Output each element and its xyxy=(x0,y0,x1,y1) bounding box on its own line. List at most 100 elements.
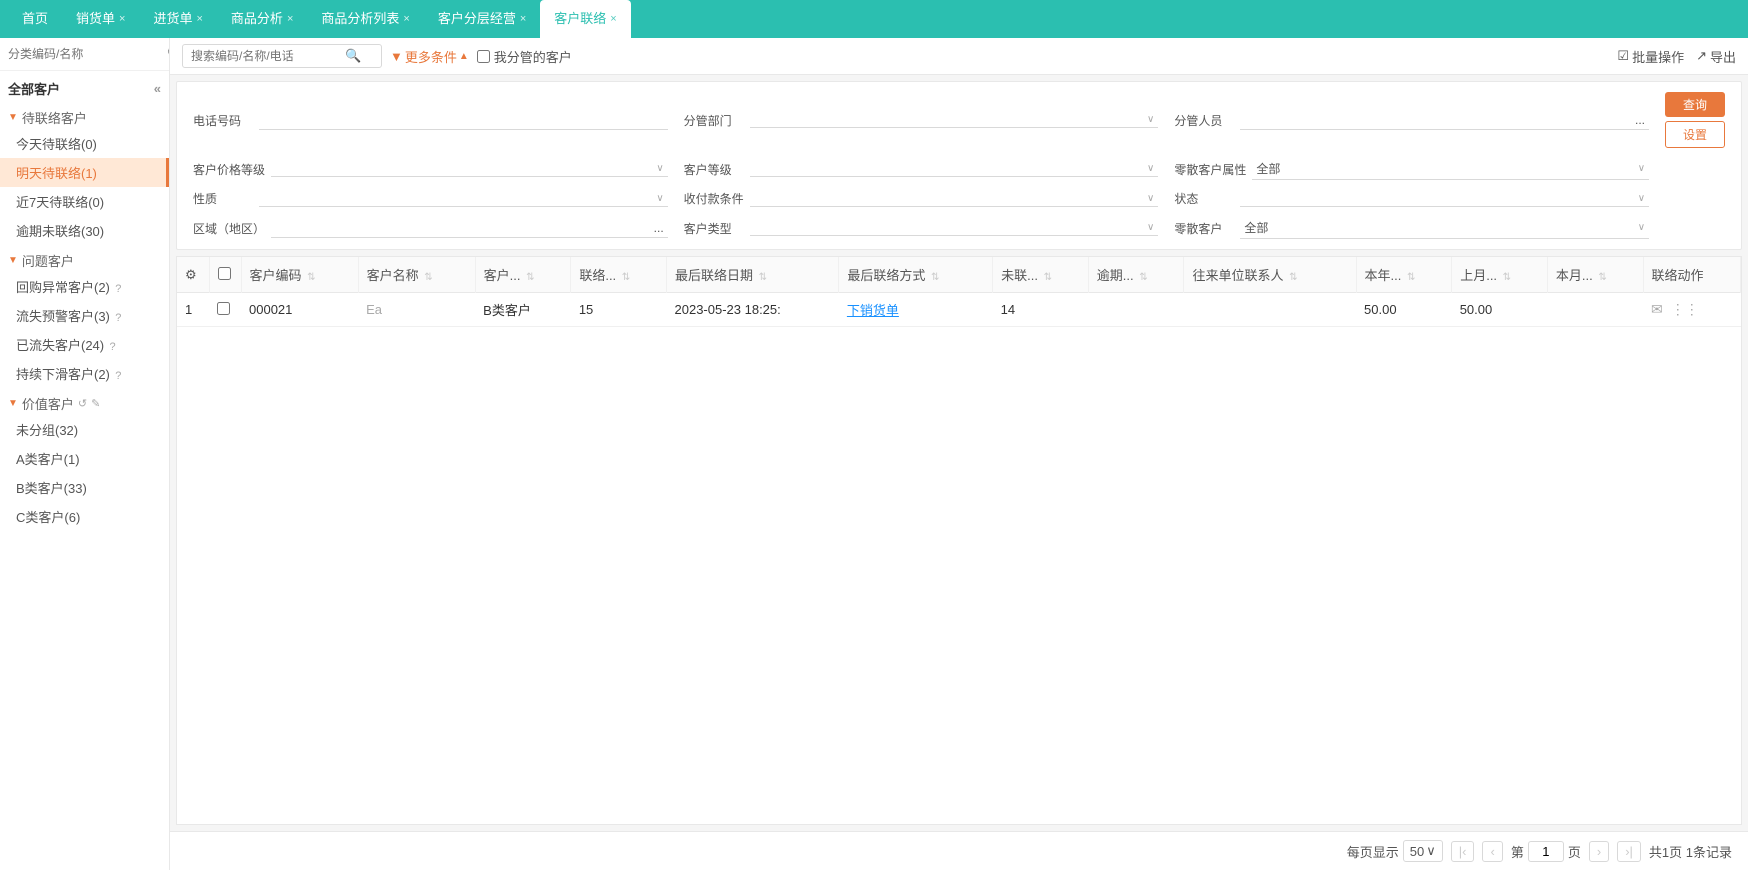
filter-price-level-select[interactable]: ∨ xyxy=(271,161,668,177)
filter-row-4: 区域（地区） ... 客户类型 ∨ 零散客户 全部 xyxy=(193,217,1725,239)
filter-nature-select[interactable]: ∨ xyxy=(259,191,668,207)
search-icon[interactable]: 🔍 xyxy=(345,48,361,64)
filter-retail-attr-select[interactable]: 全部 ∨ xyxy=(1252,158,1649,180)
sidebar: 🔍 全部客户 « ▼ 待联络客户 今天待联络(0) 明天待联络(1) 近7天待联… xyxy=(0,38,170,870)
filter-region-label: 区域（地区） xyxy=(193,220,265,237)
sidebar-item-class-b[interactable]: B类客户(33) xyxy=(0,473,169,502)
page-number-input[interactable] xyxy=(1528,841,1564,862)
sidebar-item-tomorrow[interactable]: 明天待联络(1) xyxy=(0,158,169,187)
row-last-contact-method[interactable]: 下销货单 xyxy=(839,293,993,327)
next-page-button[interactable]: › xyxy=(1589,841,1609,862)
query-button[interactable]: 查询 xyxy=(1665,92,1725,117)
export-button[interactable]: ↗ 导出 xyxy=(1696,47,1736,66)
filter-status-select[interactable]: ∨ xyxy=(1240,191,1649,207)
nav-sales[interactable]: 销货单 × xyxy=(62,0,139,38)
nav-purchase[interactable]: 进货单 × xyxy=(139,0,216,38)
col-code: 客户编码 ⇅ xyxy=(241,257,358,293)
sort-contact-icon[interactable]: ⇅ xyxy=(622,272,630,283)
more-filter-button[interactable]: ▼ 更多条件 ▲ xyxy=(390,47,469,66)
search-input[interactable] xyxy=(191,49,341,63)
sidebar-item-class-c[interactable]: C类客户(6) xyxy=(0,502,169,531)
row-checkbox-cell[interactable] xyxy=(209,293,241,327)
sort-uncontacted-icon[interactable]: ⇅ xyxy=(1044,272,1052,283)
last-page-button[interactable]: ›| xyxy=(1617,841,1641,862)
table-header-row: ⚙ 客户编码 ⇅ 客户名称 ⇅ 客户... ⇅ xyxy=(177,257,1741,293)
nav-home[interactable]: 首页 xyxy=(8,0,62,38)
filter-customer-level: 客户等级 ∨ xyxy=(684,161,1159,178)
sort-type-icon[interactable]: ⇅ xyxy=(526,272,534,283)
chevron-retail-attr-icon: ∨ xyxy=(1638,163,1645,174)
close-product-analysis-icon[interactable]: × xyxy=(287,0,293,38)
filter-customer-type: 客户类型 ∨ xyxy=(684,220,1159,237)
content: 🔍 ▼ 更多条件 ▲ 我分管的客户 ☑ 批量操作 ↗ 导出 xyxy=(170,38,1748,870)
filter-row-3: 性质 ∨ 收付款条件 ∨ 状态 xyxy=(193,190,1725,207)
sidebar-item-repurchase-anomaly[interactable]: 回购异常客户(2) ? xyxy=(0,272,169,301)
sort-this-month-icon[interactable]: ⇅ xyxy=(1598,272,1606,283)
sidebar-item-class-a[interactable]: A类客户(1) xyxy=(0,444,169,473)
filter-payment-select[interactable]: ∨ xyxy=(750,191,1159,207)
chevron-price-icon: ∨ xyxy=(656,163,663,174)
filter-manager-select[interactable]: ... xyxy=(1240,111,1649,130)
row-action-note-icon[interactable]: ✉ xyxy=(1651,301,1663,318)
sidebar-item-declining[interactable]: 持续下滑客户(2) ? xyxy=(0,359,169,388)
col-settings[interactable]: ⚙ xyxy=(177,257,209,293)
filter-customer-level-select[interactable]: ∨ xyxy=(750,161,1159,177)
batch-operation-button[interactable]: ☑ 批量操作 xyxy=(1617,47,1684,66)
refresh-icon[interactable]: ↺ xyxy=(78,397,87,410)
close-customer-contact-icon[interactable]: × xyxy=(610,0,616,38)
sort-date-icon[interactable]: ⇅ xyxy=(759,272,767,283)
filter-customer-type-select[interactable]: ∨ xyxy=(750,220,1159,236)
chevron-status-icon: ∨ xyxy=(1638,193,1645,204)
col-action: 联络动作 xyxy=(1643,257,1740,293)
edit-icon[interactable]: ✎ xyxy=(91,397,100,410)
sort-last-month-icon[interactable]: ⇅ xyxy=(1503,272,1511,283)
sort-name-icon[interactable]: ⇅ xyxy=(424,272,432,283)
prev-page-button[interactable]: ‹ xyxy=(1482,841,1502,862)
sidebar-item-overdue[interactable]: 逾期未联络(30) xyxy=(0,216,169,245)
nav-customer-tier[interactable]: 客户分层经营 × xyxy=(424,0,540,38)
my-customers-checkbox[interactable] xyxy=(477,50,490,63)
row-checkbox[interactable] xyxy=(217,302,230,315)
filter-region-select[interactable]: ... xyxy=(271,219,668,238)
sort-method-icon[interactable]: ⇅ xyxy=(931,272,939,283)
sort-person-icon[interactable]: ⇅ xyxy=(1289,272,1297,283)
col-uncontacted: 未联... ⇅ xyxy=(993,257,1089,293)
close-purchase-icon[interactable]: × xyxy=(196,0,202,38)
nav-product-analysis[interactable]: 商品分析 × xyxy=(217,0,307,38)
settings-button[interactable]: 设置 xyxy=(1665,121,1725,148)
select-all-checkbox[interactable] xyxy=(218,267,231,280)
group-value-title: ▼ 价值客户 ↺ ✎ xyxy=(0,388,169,415)
sidebar-item-today[interactable]: 今天待联络(0) xyxy=(0,129,169,158)
export-icon: ↗ xyxy=(1696,48,1707,64)
nav-product-analysis-list[interactable]: 商品分析列表 × xyxy=(307,0,423,38)
collapse-icon[interactable]: « xyxy=(154,81,161,96)
filter-phone-input[interactable] xyxy=(259,111,668,130)
sort-overdue-icon[interactable]: ⇅ xyxy=(1139,272,1147,283)
first-page-button[interactable]: |‹ xyxy=(1451,841,1475,862)
col-checkbox[interactable] xyxy=(209,257,241,293)
filter-dept-select[interactable]: ∨ xyxy=(750,112,1159,128)
sidebar-search-input[interactable] xyxy=(8,47,163,61)
close-product-analysis-list-icon[interactable]: × xyxy=(403,0,409,38)
filter-price-level-label: 客户价格等级 xyxy=(193,161,265,178)
row-action-more-icon[interactable]: ⋮⋮ xyxy=(1671,301,1699,318)
nav-customer-contact[interactable]: 客户联络 × xyxy=(540,0,630,38)
contact-method-link[interactable]: 下销货单 xyxy=(847,303,899,318)
sort-year-icon[interactable]: ⇅ xyxy=(1407,272,1415,283)
row-no: 1 xyxy=(177,293,209,327)
sidebar-item-7days[interactable]: 近7天待联络(0) xyxy=(0,187,169,216)
chevron-retail-customer-icon: ∨ xyxy=(1638,222,1645,233)
row-last-contact-date: 2023-05-23 18:25: xyxy=(667,293,839,327)
ellipsis-region-icon: ... xyxy=(654,221,664,235)
close-sales-icon[interactable]: × xyxy=(119,0,125,38)
sidebar-item-churned[interactable]: 已流失客户(24) ? xyxy=(0,330,169,359)
page-size-select[interactable]: 50 ∨ xyxy=(1403,840,1443,862)
close-customer-tier-icon[interactable]: × xyxy=(520,0,526,38)
filter-retail-customer-label: 零散客户 xyxy=(1174,220,1234,237)
sidebar-item-ungrouped[interactable]: 未分组(32) xyxy=(0,415,169,444)
filter-panel: 电话号码 分管部门 ∨ 分管人员 ... xyxy=(176,81,1742,250)
filter-retail-customer-select[interactable]: 全部 ∨ xyxy=(1240,217,1649,239)
col-last-contact-date: 最后联络日期 ⇅ xyxy=(667,257,839,293)
sort-code-icon[interactable]: ⇅ xyxy=(307,272,315,283)
sidebar-item-churn-warning[interactable]: 流失预警客户(3) ? xyxy=(0,301,169,330)
